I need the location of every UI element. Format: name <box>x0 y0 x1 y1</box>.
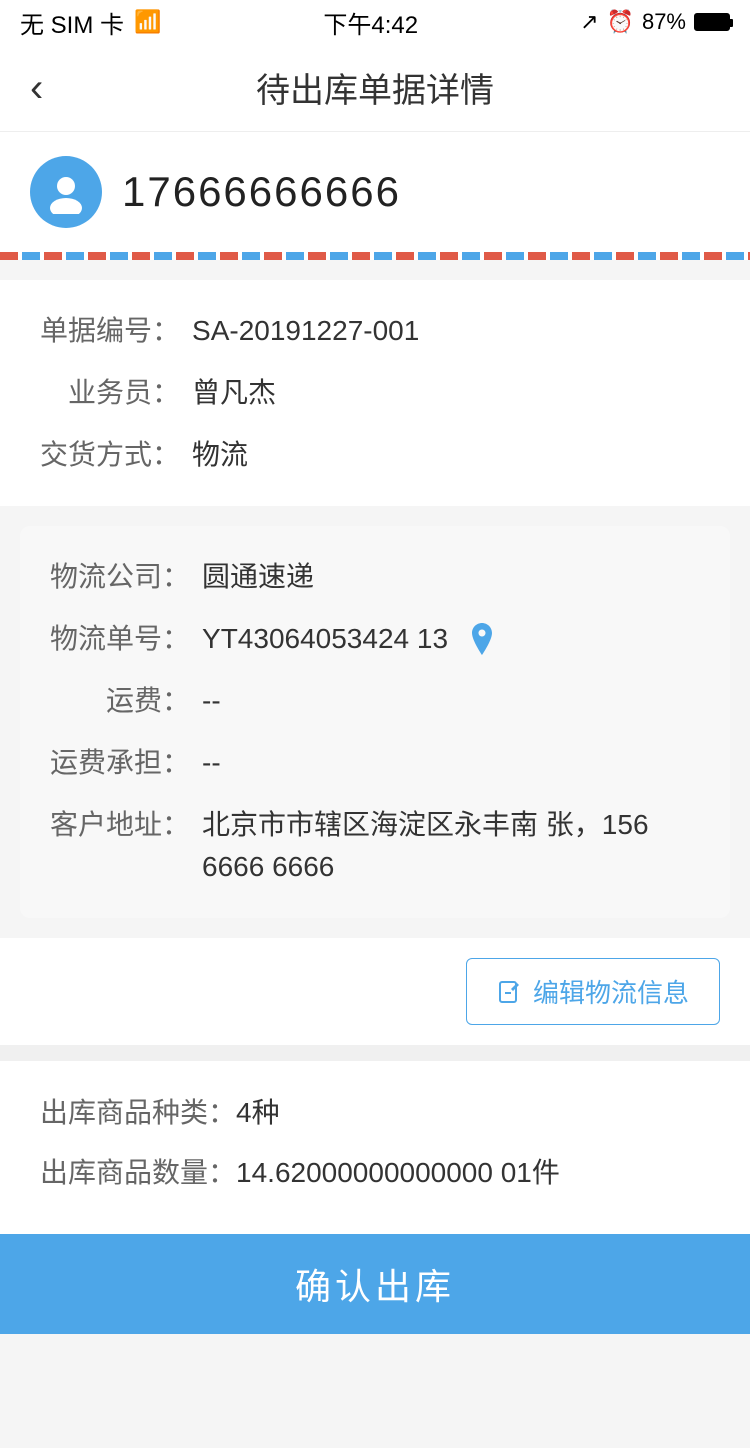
tracking-number-value: YT43064053424 13 <box>202 618 700 660</box>
goods-type-value: 4种 <box>236 1091 280 1131</box>
confirm-button[interactable]: 确认出库 <box>0 1234 750 1334</box>
logistics-section: 物流公司： 圆通速递 物流单号： YT43064053424 13 运费： --… <box>20 526 730 918</box>
address-label: 客户地址： <box>50 804 190 846</box>
freight-bearer-label: 运费承担： <box>50 742 190 784</box>
goods-quantity-label: 出库商品数量： <box>40 1151 236 1191</box>
user-phone: 17666666666 <box>122 168 401 216</box>
goods-type-label: 出库商品种类： <box>40 1091 236 1131</box>
document-number-label: 单据编号： <box>40 310 180 352</box>
location-status-icon: ↗ <box>580 9 598 35</box>
user-icon <box>44 170 88 214</box>
map-pin-icon[interactable] <box>464 621 500 657</box>
goods-type-row: 出库商品种类： 4种 <box>40 1091 710 1131</box>
address-row: 客户地址： 北京市市辖区海淀区永丰南 张，156 6666 6666 <box>50 804 700 888</box>
freight-bearer-value: -- <box>202 742 700 784</box>
status-left: 无 SIM 卡 📶 <box>20 5 161 40</box>
address-value: 北京市市辖区海淀区永丰南 张，156 6666 6666 <box>202 804 700 888</box>
edit-icon <box>497 979 523 1005</box>
battery-label: 87% <box>642 9 686 35</box>
salesman-value: 曾凡杰 <box>192 372 710 414</box>
freight-bearer-row: 运费承担： -- <box>50 742 700 784</box>
freight-label: 运费： <box>50 680 190 722</box>
delivery-method-value: 物流 <box>192 434 710 476</box>
tracking-number-row: 物流单号： YT43064053424 13 <box>50 618 700 660</box>
nav-bar: ‹ 待出库单据详情 <box>0 44 750 132</box>
delivery-method-label: 交货方式： <box>40 434 180 476</box>
logistics-company-row: 物流公司： 圆通速递 <box>50 556 700 598</box>
salesman-label: 业务员： <box>40 372 180 414</box>
tracking-number-label: 物流单号： <box>50 618 190 660</box>
edit-logistics-label: 编辑物流信息 <box>533 973 689 1010</box>
edit-logistics-area: 编辑物流信息 <box>0 938 750 1045</box>
logistics-company-value: 圆通速递 <box>202 556 700 598</box>
dashed-divider <box>0 252 750 260</box>
user-header: 17666666666 <box>0 132 750 252</box>
wifi-icon: 📶 <box>134 9 161 35</box>
time-label: 下午4:42 <box>323 5 418 40</box>
freight-row: 运费： -- <box>50 680 700 722</box>
salesman-row: 业务员： 曾凡杰 <box>40 372 710 414</box>
basic-info-section: 单据编号： SA-20191227-001 业务员： 曾凡杰 交货方式： 物流 <box>0 280 750 506</box>
delivery-method-row: 交货方式： 物流 <box>40 434 710 476</box>
avatar <box>30 156 102 228</box>
freight-value: -- <box>202 680 700 722</box>
status-bar: 无 SIM 卡 📶 下午4:42 ↗ ⏰ 87% <box>0 0 750 44</box>
section-divider <box>0 1045 750 1061</box>
goods-quantity-row: 出库商品数量： 14.62000000000000 01件 <box>40 1151 710 1191</box>
back-button[interactable]: ‹ <box>30 58 53 118</box>
battery-icon <box>694 13 730 31</box>
status-right: ↗ ⏰ 87% <box>580 9 730 35</box>
edit-logistics-button[interactable]: 编辑物流信息 <box>466 958 720 1025</box>
logistics-company-label: 物流公司： <box>50 556 190 598</box>
goods-section: 出库商品种类： 4种 出库商品数量： 14.62000000000000 01件 <box>0 1061 750 1221</box>
document-number-row: 单据编号： SA-20191227-001 <box>40 310 710 352</box>
document-number-value: SA-20191227-001 <box>192 310 710 352</box>
page-title: 待出库单据详情 <box>256 63 494 112</box>
carrier-label: 无 SIM 卡 <box>20 5 124 40</box>
goods-quantity-value: 14.62000000000000 01件 <box>236 1151 560 1191</box>
confirm-button-label: 确认出库 <box>295 1258 455 1310</box>
alarm-icon: ⏰ <box>607 9 634 35</box>
